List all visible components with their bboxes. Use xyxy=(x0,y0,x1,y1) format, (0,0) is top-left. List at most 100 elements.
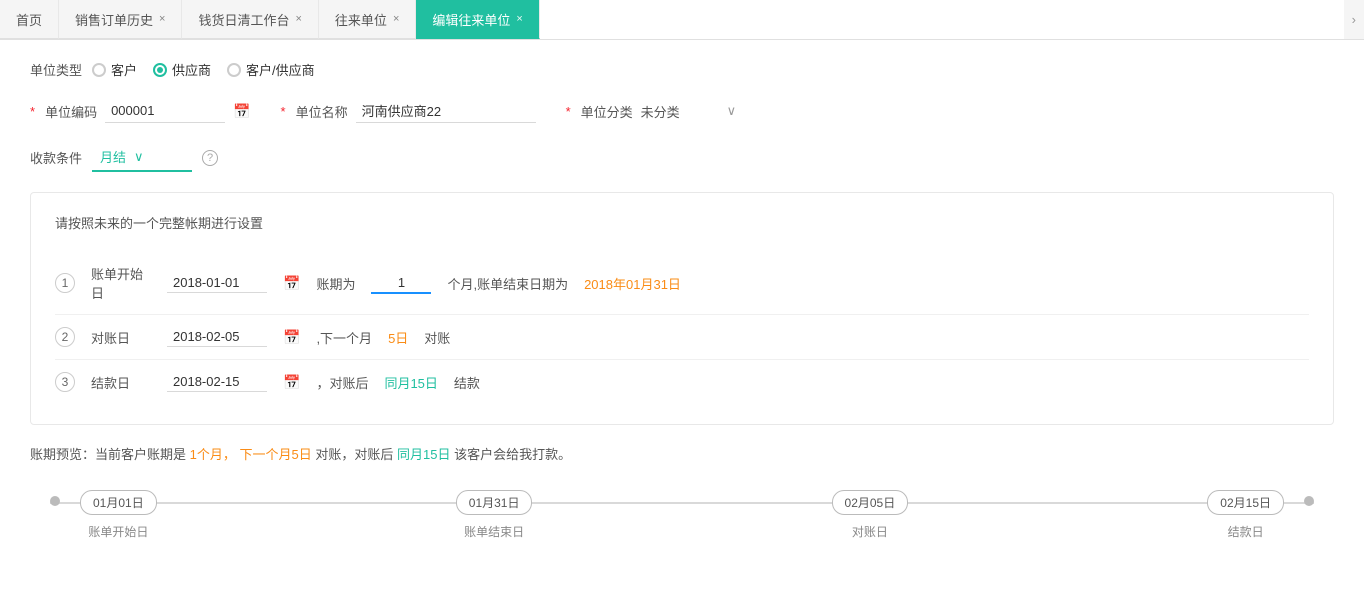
period-row-3-text-after: 结款 xyxy=(454,373,480,392)
tab-expand-button[interactable]: › xyxy=(1344,0,1364,39)
period-reconcile-calendar-icon[interactable]: 📅 xyxy=(283,329,300,346)
period-start-calendar-icon[interactable]: 📅 xyxy=(283,275,300,292)
timeline-nodes: 01月01日 账单开始日 01月31日 账单结束日 02月05日 对账日 02月… xyxy=(80,490,1284,570)
tab-sales-close-icon[interactable]: × xyxy=(159,13,165,25)
unit-name-star: * xyxy=(281,104,286,119)
timeline-badge-4: 02月15日 xyxy=(1207,490,1284,515)
payment-row: 收款条件 月结 ∨ ? xyxy=(30,143,1334,172)
tab-cash-label: 钱货日清工作台 xyxy=(198,10,289,29)
timeline-badge-2: 01月31日 xyxy=(456,490,533,515)
timeline-node-3: 02月05日 对账日 xyxy=(832,490,909,540)
unit-cat-star: * xyxy=(566,104,571,119)
timeline-node-2: 01月31日 账单结束日 xyxy=(456,490,533,540)
timeline-end-dot xyxy=(1304,496,1314,506)
unit-type-row: 单位类型 客户 供应商 客户/供应商 xyxy=(30,60,1334,79)
unit-type-radio-group: 客户 供应商 客户/供应商 xyxy=(92,60,315,79)
timeline-node-1: 01月01日 账单开始日 xyxy=(80,490,157,540)
timeline-badge-3: 02月05日 xyxy=(832,490,909,515)
unit-name-group: * 单位名称 xyxy=(281,99,536,123)
period-row-3-highlight: 同月15日 xyxy=(384,373,437,392)
radio-both-circle xyxy=(227,63,241,77)
period-end-date-highlight: 2018年01月31日 xyxy=(584,274,681,293)
unit-category-label: 单位分类 xyxy=(581,102,633,121)
period-box: 请按照未来的一个完整帐期进行设置 1 账单开始日 📅 账期为 个月,账单结束日期… xyxy=(30,192,1334,425)
unit-code-group: * 单位编码 📅 xyxy=(30,99,251,123)
period-row-2-text-after: 对账 xyxy=(424,328,450,347)
tab-edit-label: 编辑往来单位 xyxy=(432,10,510,29)
unit-name-input[interactable] xyxy=(356,99,536,123)
period-row-3-text-before: ，对账后 xyxy=(316,373,368,392)
radio-customer-circle xyxy=(92,63,106,77)
timeline-node-4: 02月15日 结款日 xyxy=(1207,490,1284,540)
unit-category-chevron-icon: ∨ xyxy=(727,103,737,119)
tab-sales-label: 销售订单历史 xyxy=(75,10,153,29)
timeline-start-dot xyxy=(50,496,60,506)
unit-category-select[interactable]: 未分类 ∨ xyxy=(641,102,737,121)
timeline-badge-1: 01月01日 xyxy=(80,490,157,515)
payment-help-icon[interactable]: ? xyxy=(202,150,218,166)
unit-code-star: * xyxy=(30,104,35,119)
timeline-label-2: 账单结束日 xyxy=(464,523,524,540)
tab-edit-unit[interactable]: 编辑往来单位 × xyxy=(416,0,539,39)
unit-type-label: 单位类型 xyxy=(30,60,82,79)
tab-sales-history[interactable]: 销售订单历史 × xyxy=(59,0,182,39)
period-row-1-num: 1 xyxy=(55,273,75,293)
period-row-1-text-before: 账期为 xyxy=(316,274,355,293)
period-row-3-num: 3 xyxy=(55,372,75,392)
unit-code-input[interactable] xyxy=(105,99,225,123)
tab-edit-close-icon[interactable]: × xyxy=(516,13,522,25)
period-row-3: 3 结款日 📅 ，对账后 同月15日 结款 xyxy=(55,360,1309,404)
unit-name-label: 单位名称 xyxy=(296,102,348,121)
preview-item1: 1个月， xyxy=(190,447,236,462)
tab-bar: 首页 销售订单历史 × 钱货日清工作台 × 往来单位 × 编辑往来单位 × › xyxy=(0,0,1364,40)
preview-item3: 同月15日 xyxy=(397,447,450,462)
period-row-2-label: 对账日 xyxy=(91,328,151,347)
tab-home-label: 首页 xyxy=(16,10,42,29)
timeline: 01月01日 账单开始日 01月31日 账单结束日 02月05日 对账日 02月… xyxy=(30,490,1334,570)
period-row-1: 1 账单开始日 📅 账期为 个月,账单结束日期为 2018年01月31日 xyxy=(55,252,1309,315)
period-row-2-num: 2 xyxy=(55,327,75,347)
payment-label: 收款条件 xyxy=(30,148,82,167)
preview-prefix: 账期预览：当前客户账期是 xyxy=(30,447,186,462)
radio-supplier[interactable]: 供应商 xyxy=(153,60,211,79)
preview-suffix: 该客户会给我打款。 xyxy=(454,447,571,462)
period-row-2: 2 对账日 📅 ,下一个月 5日 对账 xyxy=(55,315,1309,360)
period-payment-date-input[interactable] xyxy=(167,372,267,392)
payment-value: 月结 xyxy=(100,147,126,166)
period-row-3-label: 结款日 xyxy=(91,373,151,392)
period-reconcile-date-input[interactable] xyxy=(167,327,267,347)
period-row-2-highlight: 5日 xyxy=(388,328,408,347)
unit-category-value: 未分类 xyxy=(641,102,721,121)
radio-supplier-circle xyxy=(153,63,167,77)
timeline-label-4: 结款日 xyxy=(1228,523,1264,540)
radio-both-label: 客户/供应商 xyxy=(246,60,315,79)
basic-info-row: * 单位编码 📅 * 单位名称 * 单位分类 未分类 ∨ xyxy=(30,99,1334,123)
main-content: 单位类型 客户 供应商 客户/供应商 * 单位编码 📅 * xyxy=(0,40,1364,608)
tab-cash-work[interactable]: 钱货日清工作台 × xyxy=(182,0,318,39)
radio-customer-label: 客户 xyxy=(111,60,137,79)
preview-text: 账期预览：当前客户账期是 1个月， 下一个月5日 对账，对账后 同月15日 该客… xyxy=(30,445,1334,466)
timeline-label-3: 对账日 xyxy=(852,523,888,540)
tab-units-close-icon[interactable]: × xyxy=(393,13,399,25)
period-title: 请按照未来的一个完整帐期进行设置 xyxy=(55,213,1309,232)
period-row-2-text-before: ,下一个月 xyxy=(316,328,372,347)
period-payment-calendar-icon[interactable]: 📅 xyxy=(283,374,300,391)
period-row-1-text-after: 个月,账单结束日期为 xyxy=(447,274,568,293)
payment-select[interactable]: 月结 ∨ xyxy=(92,143,192,172)
radio-customer[interactable]: 客户 xyxy=(92,60,137,79)
radio-supplier-label: 供应商 xyxy=(172,60,211,79)
tab-home[interactable]: 首页 xyxy=(0,0,59,39)
period-row-1-label: 账单开始日 xyxy=(91,264,151,302)
unit-code-label: 单位编码 xyxy=(45,102,97,121)
payment-chevron-icon: ∨ xyxy=(134,149,144,165)
radio-both[interactable]: 客户/供应商 xyxy=(227,60,315,79)
unit-code-calendar-icon[interactable]: 📅 xyxy=(233,103,250,120)
unit-category-group: * 单位分类 未分类 ∨ xyxy=(566,102,737,121)
tab-cash-close-icon[interactable]: × xyxy=(295,13,301,25)
period-start-date-input[interactable] xyxy=(167,273,267,293)
period-months-input[interactable] xyxy=(371,273,431,294)
tab-units-label: 往来单位 xyxy=(335,10,387,29)
tab-units[interactable]: 往来单位 × xyxy=(319,0,416,39)
preview-middle: 对账，对账后 xyxy=(315,447,393,462)
tab-expand-icon: › xyxy=(1352,12,1356,27)
